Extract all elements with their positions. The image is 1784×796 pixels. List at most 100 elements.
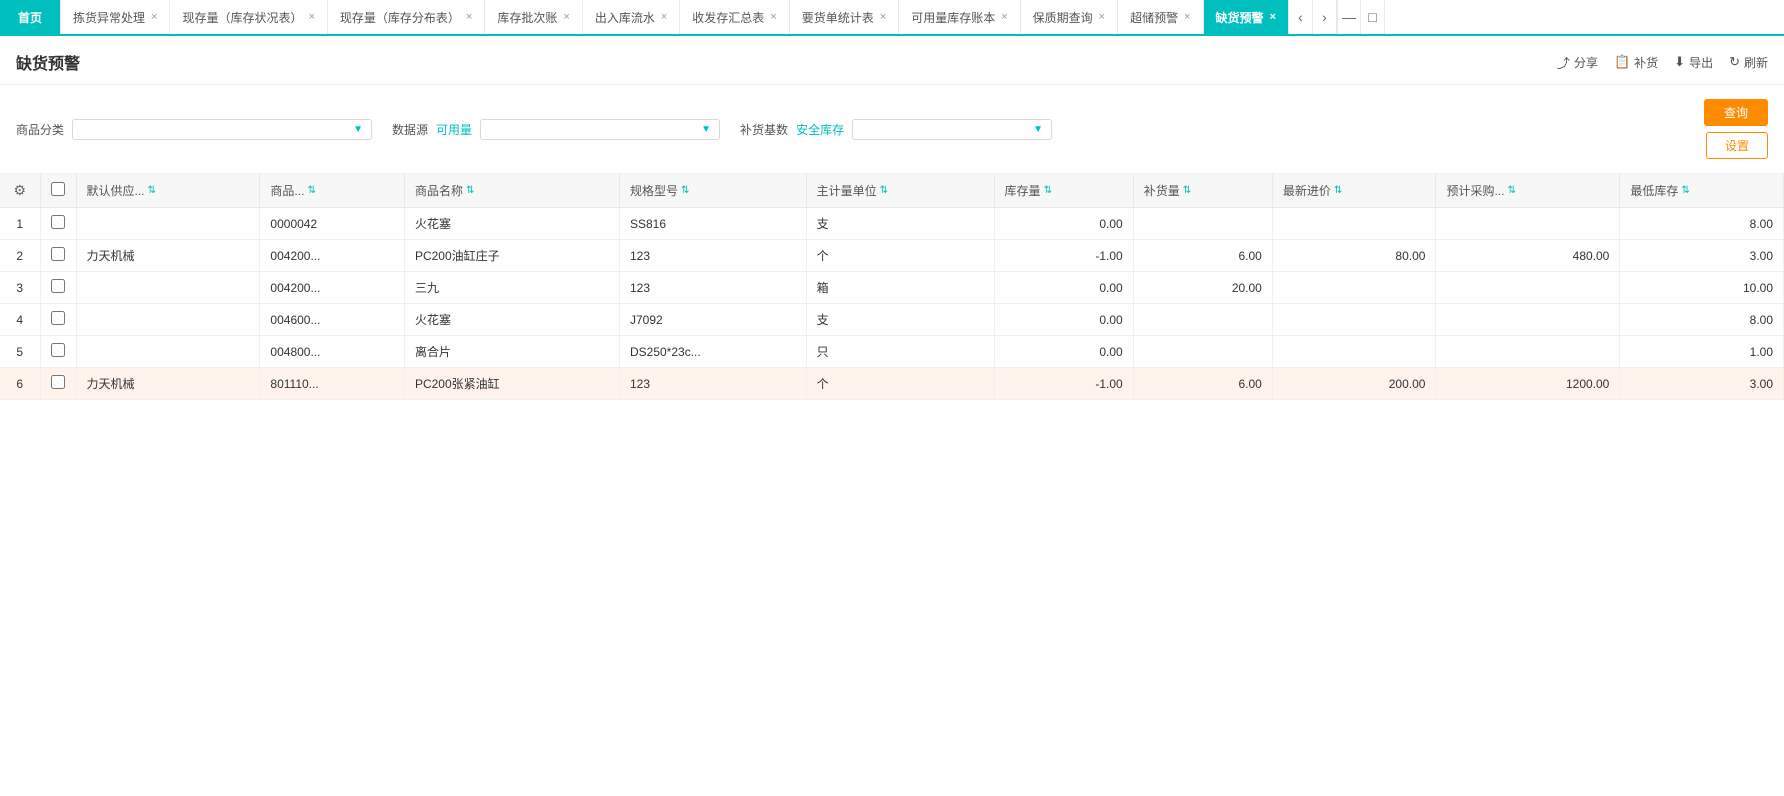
row-checkbox-5[interactable] [40,336,76,368]
row-num-5: 5 [0,336,40,368]
query-button[interactable]: 查询 [1704,99,1768,126]
tab-4[interactable]: 库存批次账 × [485,0,582,34]
goods-name-sort[interactable]: 商品名称 ⇅ [415,182,474,199]
tab-minimize-btn[interactable]: — [1337,0,1361,35]
replenish-icon: 📋 [1614,54,1630,70]
row-checkbox-4[interactable] [40,304,76,336]
supplier-sort[interactable]: 默认供应... ⇅ [87,182,156,199]
settings-button[interactable]: 设置 [1706,132,1768,159]
row-check-6[interactable] [51,375,65,389]
tab-1-label: 拣货异常处理 [73,9,145,26]
row-spec-5: DS250*23c... [619,336,806,368]
tab-7[interactable]: 要货单统计表 × [790,0,899,34]
tab-9[interactable]: 保质期查询 × [1021,0,1118,34]
row-spec-3: 123 [619,272,806,304]
row-unit-4: 支 [806,304,994,336]
tab-9-label: 保质期查询 [1033,9,1093,26]
col-checkbox[interactable] [40,174,76,208]
col-goods-name[interactable]: 商品名称 ⇅ [404,174,619,208]
tab-5[interactable]: 出入库流水 × [583,0,680,34]
row-check-2[interactable] [51,247,65,261]
spec-sort[interactable]: 规格型号 ⇅ [630,182,689,199]
tab-10-close[interactable]: × [1184,11,1190,23]
col-latest-price[interactable]: 最新进价 ⇅ [1272,174,1436,208]
row-checkbox-2[interactable] [40,240,76,272]
row-replenish-1 [1133,208,1272,240]
row-checkbox-6[interactable] [40,368,76,400]
tab-4-close[interactable]: × [563,11,569,23]
goods-code-sort[interactable]: 商品... ⇅ [270,182,315,199]
col-settings[interactable]: ⚙ [0,174,40,208]
export-action[interactable]: ⬇ 导出 [1674,54,1713,71]
share-action[interactable]: ⤴ 分享 [1557,53,1598,72]
row-latest-price-6: 200.00 [1272,368,1436,400]
data-source-select[interactable]: ▼ [480,119,720,140]
tab-11[interactable]: 缺货预警 × [1204,0,1289,34]
tab-prev-btn[interactable]: ‹ [1289,0,1313,35]
col-spec[interactable]: 规格型号 ⇅ [619,174,806,208]
select-all-checkbox[interactable] [51,182,65,196]
tab-maximize-btn[interactable]: □ [1361,0,1385,35]
tab-7-label: 要货单统计表 [802,9,874,26]
tab-2[interactable]: 现存量（库存状况表） × [170,0,327,34]
tab-2-close[interactable]: × [308,11,314,23]
replenish-action[interactable]: 📋 补货 [1614,54,1658,71]
col-goods-code[interactable]: 商品... ⇅ [260,174,405,208]
tab-3-close[interactable]: × [466,11,472,23]
tab-6[interactable]: 收发存汇总表 × [680,0,789,34]
tab-10[interactable]: 超储预警 × [1118,0,1203,34]
row-check-4[interactable] [51,311,65,325]
tab-8[interactable]: 可用量库存账本 × [899,0,1020,34]
tab-3[interactable]: 现存量（库存分布表） × [328,0,485,34]
col-replenish[interactable]: 补货量 ⇅ [1133,174,1272,208]
min-stock-sort[interactable]: 最低库存 ⇅ [1630,182,1689,199]
tab-6-close[interactable]: × [770,11,776,23]
tab-1[interactable]: 拣货异常处理 × [61,0,170,34]
refresh-label: 刷新 [1744,54,1768,71]
est-purchase-sort-icon: ⇅ [1507,185,1515,196]
category-select[interactable]: ▼ [72,119,372,140]
row-supplier-6: 力天机械 [76,368,260,400]
col-est-purchase[interactable]: 预计采购... ⇅ [1436,174,1620,208]
stock-sort[interactable]: 库存量 ⇅ [1005,182,1052,199]
stock-sort-icon: ⇅ [1044,185,1052,196]
page-header: 缺货预警 ⤴ 分享 📋 补货 ⬇ 导出 ↻ 刷新 [0,36,1784,85]
tab-7-close[interactable]: × [880,11,886,23]
filter-bar: 商品分类 ▼ 数据源 可用量 ▼ 补货基数 安全库存 ▼ [0,85,1784,174]
row-goods-code-3: 004200... [260,272,405,304]
row-checkbox-1[interactable] [40,208,76,240]
tab-8-close[interactable]: × [1001,11,1007,23]
tab-next-icon: › [1322,9,1327,25]
tab-9-close[interactable]: × [1099,11,1105,23]
col-stock[interactable]: 库存量 ⇅ [994,174,1133,208]
refresh-action[interactable]: ↻ 刷新 [1729,54,1768,71]
row-checkbox-3[interactable] [40,272,76,304]
tab-11-close[interactable]: × [1270,11,1276,23]
tab-home-label: 首页 [18,9,42,26]
tab-1-close[interactable]: × [151,11,157,23]
est-purchase-sort[interactable]: 预计采购... ⇅ [1446,182,1515,199]
col-supplier[interactable]: 默认供应... ⇅ [76,174,260,208]
row-check-1[interactable] [51,215,65,229]
row-check-3[interactable] [51,279,65,293]
unit-sort[interactable]: 主计量单位 ⇅ [817,182,888,199]
col-min-stock[interactable]: 最低库存 ⇅ [1620,174,1784,208]
latest-price-sort[interactable]: 最新进价 ⇅ [1283,182,1342,199]
row-est-purchase-4 [1436,304,1620,336]
data-table: ⚙ 默认供应... ⇅ 商品... ⇅ [0,174,1784,400]
tab-home[interactable]: 首页 [0,0,61,34]
tab-next-btn[interactable]: › [1313,0,1337,35]
row-latest-price-3 [1272,272,1436,304]
replenish-basis-dropdown-icon: ▼ [1033,124,1043,135]
replenish-basis-select[interactable]: ▼ [852,119,1052,140]
col-goods-code-label: 商品... [270,182,304,199]
row-check-5[interactable] [51,343,65,357]
row-supplier-1 [76,208,260,240]
settings-gear-icon[interactable]: ⚙ [13,182,26,198]
row-goods-name-4: 火花塞 [404,304,619,336]
col-unit[interactable]: 主计量单位 ⇅ [806,174,994,208]
row-unit-1: 支 [806,208,994,240]
replenish-sort[interactable]: 补货量 ⇅ [1144,182,1191,199]
tab-5-close[interactable]: × [661,11,667,23]
header-actions: ⤴ 分享 📋 补货 ⬇ 导出 ↻ 刷新 [1557,53,1768,72]
